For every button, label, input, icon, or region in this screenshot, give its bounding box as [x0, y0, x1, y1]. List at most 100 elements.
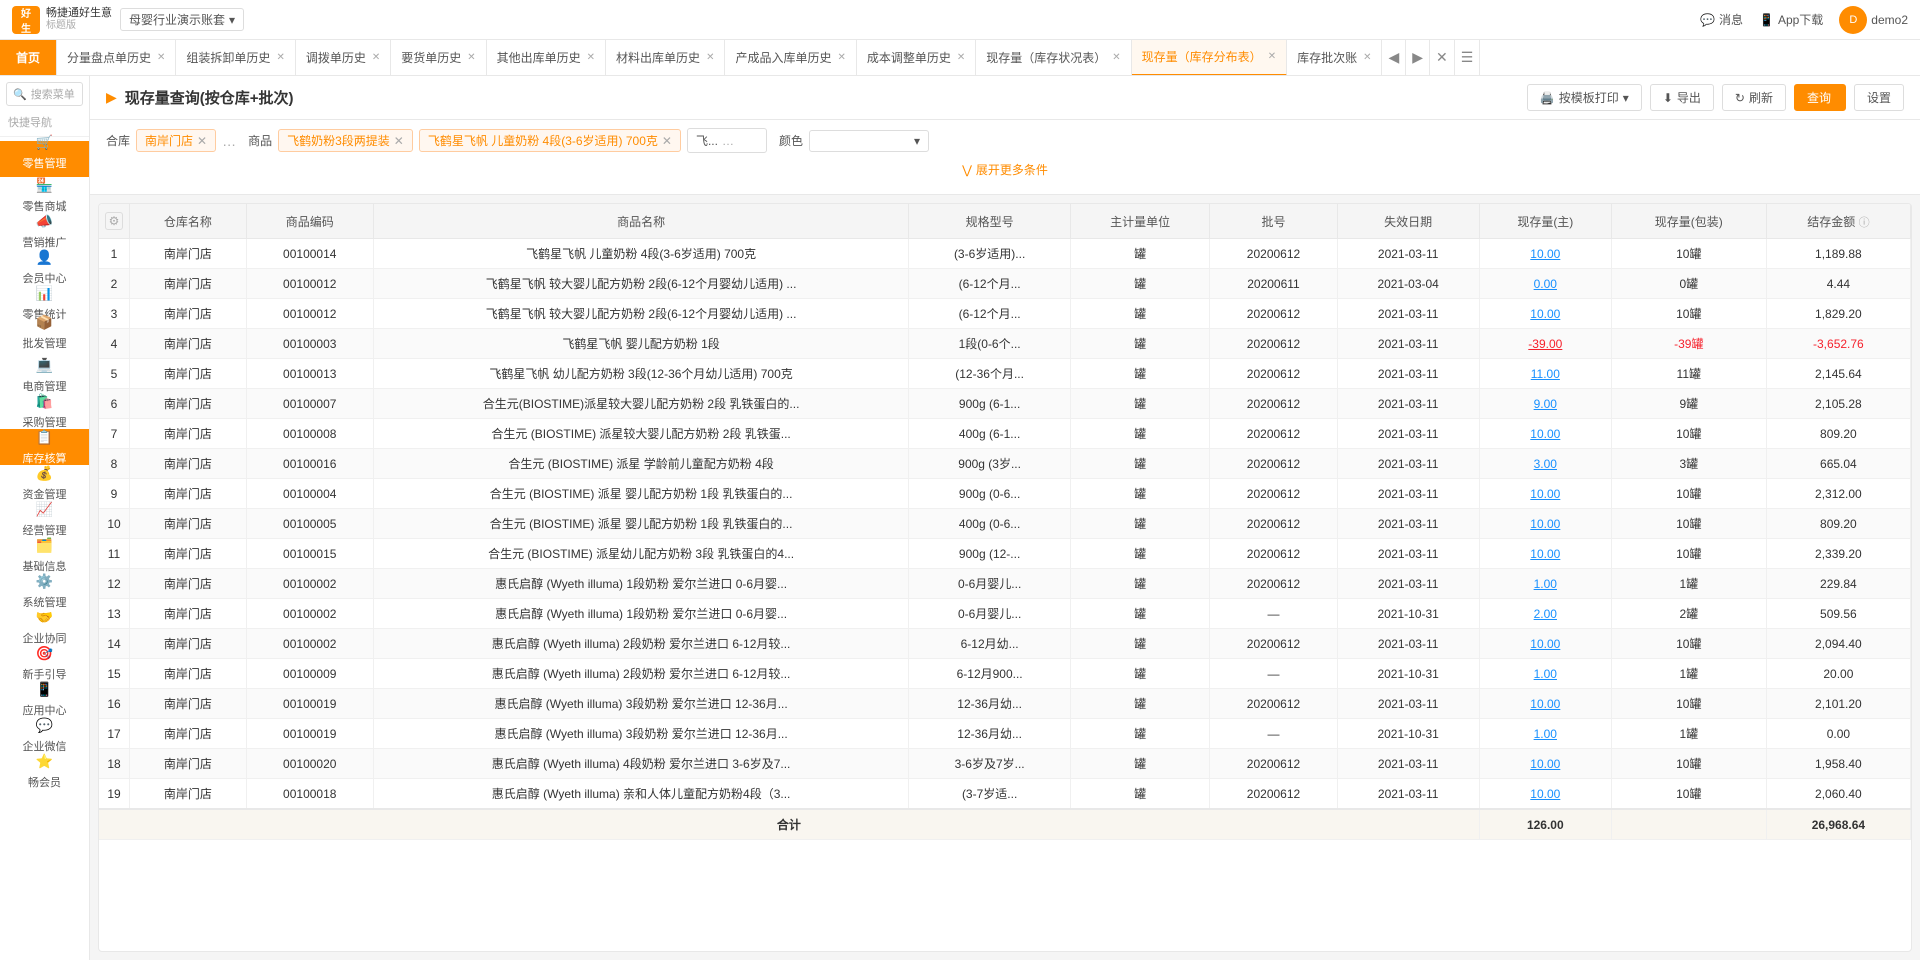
top-bar: 好生 畅捷通好生意 标题版 母婴行业演示账套 ▾ 💬 消息 📱 App下载 D …: [0, 0, 1920, 40]
cell-code: 00100004: [246, 479, 373, 509]
tab-pi-ci[interactable]: 库存批次账 ✕: [1287, 40, 1382, 76]
close-icon[interactable]: ✕: [587, 52, 595, 63]
logo-text: 畅捷通好生意 标题版: [46, 7, 112, 32]
cell-batch: 20200612: [1210, 329, 1337, 359]
expand-sidebar-btn[interactable]: ▶: [106, 89, 117, 106]
tab-close-btn[interactable]: ✕: [1430, 40, 1455, 76]
cell-name: 合生元(BIOSTIME)派星较大婴儿配方奶粉 2段 乳铁蛋白的...: [373, 389, 909, 419]
amount-info-icon[interactable]: ⓘ: [1859, 217, 1870, 229]
export-btn[interactable]: ⬇ 导出: [1650, 84, 1714, 111]
tab-cheng-ben[interactable]: 成本调整单历史 ✕: [857, 40, 976, 76]
close-icon[interactable]: ✕: [1268, 51, 1276, 62]
enterprise-icon: 🤝: [36, 609, 53, 626]
sidebar-item-system[interactable]: ⚙️ 系统管理: [0, 573, 89, 609]
newbie-icon: 🎯: [36, 645, 53, 662]
close-icon[interactable]: ✕: [467, 52, 475, 63]
close-icon[interactable]: ✕: [1363, 52, 1371, 63]
sidebar-item-retail-shop[interactable]: 🏪 零售商城: [0, 177, 89, 213]
more-btn[interactable]: …: [222, 133, 236, 149]
cell-warehouse: 南岸门店: [130, 719, 247, 749]
color-input[interactable]: ▾: [809, 130, 929, 152]
table-row: 18 南岸门店 00100020 惠氏启醇 (Wyeth illuma) 4段奶…: [99, 749, 1911, 779]
tab-more-btn[interactable]: ☰: [1455, 40, 1481, 76]
query-btn[interactable]: 查询: [1794, 84, 1846, 111]
close-icon[interactable]: ✕: [837, 52, 845, 63]
sidebar-item-operations[interactable]: 📈 经营管理: [0, 501, 89, 537]
close-icon[interactable]: ✕: [1112, 52, 1120, 63]
table-row: 4 南岸门店 00100003 飞鹤星飞帆 婴儿配方奶粉 1段 1段(0-6个.…: [99, 329, 1911, 359]
remove-product-tag2[interactable]: ✕: [662, 134, 672, 148]
close-icon[interactable]: ✕: [276, 52, 284, 63]
expand-more-btn[interactable]: ⋁ 展开更多条件: [962, 161, 1048, 178]
sidebar-item-wholesale[interactable]: 📦 批发管理 ▼: [0, 321, 89, 357]
tab-xian-cun-fen-bu[interactable]: 现存量（库存分布表） ✕: [1132, 40, 1287, 76]
table-row: 11 南岸门店 00100015 合生元 (BIOSTIME) 派星幼儿配方奶粉…: [99, 539, 1911, 569]
sidebar-item-retail[interactable]: 🛒 零售管理 ▼: [0, 141, 89, 177]
product-more-input[interactable]: 飞... …: [687, 128, 767, 153]
refresh-btn[interactable]: ↻ 刷新: [1722, 84, 1786, 111]
cell-batch: —: [1210, 659, 1337, 689]
tab-fen-pan[interactable]: 分量盘点单历史 ✕: [57, 40, 176, 76]
product-tag2[interactable]: 飞鹤星飞帆 儿童奶粉 4段(3-6岁适用) 700克 ✕: [419, 129, 681, 152]
warehouse-tag[interactable]: 南岸门店 ✕: [136, 129, 216, 152]
settings-btn[interactable]: 设置: [1854, 84, 1904, 111]
basic-icon: 🗂️: [36, 537, 53, 554]
sidebar-item-purchase[interactable]: 🛍️ 采购管理: [0, 393, 89, 429]
cell-batch: 20200612: [1210, 569, 1337, 599]
sidebar-item-member2[interactable]: ⭐ 畅会员: [0, 753, 89, 789]
sidebar-item-ecom[interactable]: 💻 电商管理: [0, 357, 89, 393]
close-icon[interactable]: ✕: [706, 52, 714, 63]
close-icon[interactable]: ✕: [957, 52, 965, 63]
tab-yao-huo[interactable]: 要货单历史 ✕: [391, 40, 486, 76]
tab-home[interactable]: 首页: [0, 40, 57, 76]
page-title: 现存量查询(按仓库+批次): [125, 87, 294, 108]
cell-batch: —: [1210, 719, 1337, 749]
th-expire: 失效日期: [1337, 204, 1479, 239]
tab-cai-liao[interactable]: 材料出库单历史 ✕: [606, 40, 725, 76]
user-area[interactable]: D demo2: [1839, 6, 1908, 34]
cell-warehouse: 南岸门店: [130, 389, 247, 419]
cell-qty-pkg: 11罐: [1611, 359, 1766, 389]
account-selector[interactable]: 母婴行业演示账套 ▾: [120, 8, 244, 31]
tab-next-btn[interactable]: ▶: [1406, 40, 1430, 76]
tab-qi-ta-chu[interactable]: 其他出库单历史 ✕: [487, 40, 606, 76]
cell-code: 00100002: [246, 629, 373, 659]
cell-spec: 0-6月婴儿...: [909, 569, 1070, 599]
cell-qty-pkg: 2罐: [1611, 599, 1766, 629]
product-tag1[interactable]: 飞鹤奶粉3段两提装 ✕: [278, 129, 413, 152]
page-header: ▶ 现存量查询(按仓库+批次) 🖨️ 按模板打印 ▾ ⬇ 导出 ↻ 刷新: [90, 76, 1920, 120]
table-footer-row: 合计 126.00 26,968.64: [99, 809, 1911, 840]
remove-warehouse-tag[interactable]: ✕: [197, 134, 207, 148]
sidebar-item-marketing[interactable]: 📣 营销推广: [0, 213, 89, 249]
close-icon[interactable]: ✕: [372, 52, 380, 63]
tab-diao-bo[interactable]: 调拨单历史 ✕: [296, 40, 391, 76]
table-row: 13 南岸门店 00100002 惠氏启醇 (Wyeth illuma) 1段奶…: [99, 599, 1911, 629]
cell-expire: 2021-03-11: [1337, 389, 1479, 419]
sidebar-item-member[interactable]: 👤 会员中心: [0, 249, 89, 285]
close-icon[interactable]: ✕: [157, 52, 165, 63]
sidebar-item-finance[interactable]: 💰 资金管理: [0, 465, 89, 501]
sidebar-item-basic[interactable]: 🗂️ 基础信息: [0, 537, 89, 573]
cell-batch: 20200612: [1210, 449, 1337, 479]
tab-prev-btn[interactable]: ◀: [1382, 40, 1406, 76]
sidebar-item-newbie[interactable]: 🎯 新手引导: [0, 645, 89, 681]
sidebar-item-wechat[interactable]: 💬 企业微信: [0, 717, 89, 753]
expand-btn-row: ⋁ 展开更多条件: [106, 153, 1904, 186]
column-settings-btn[interactable]: ⚙: [105, 212, 123, 230]
message-btn[interactable]: 💬 消息: [1700, 11, 1743, 28]
cell-name: 合生元 (BIOSTIME) 派星较大婴儿配方奶粉 2段 乳铁蛋...: [373, 419, 909, 449]
remove-product-tag1[interactable]: ✕: [394, 134, 404, 148]
search-input-box[interactable]: 🔍 搜索菜单: [6, 82, 83, 106]
app-download-btn[interactable]: 📱 App下载: [1759, 11, 1823, 28]
tab-ku-zhuang[interactable]: 现存量（库存状况表） ✕: [976, 40, 1131, 76]
cell-unit: 罐: [1070, 719, 1210, 749]
sidebar-item-enterprise[interactable]: 🤝 企业协同: [0, 609, 89, 645]
tab-chan-pin-ru[interactable]: 产成品入库单历史 ✕: [725, 40, 856, 76]
cell-spec: (6-12个月...: [909, 269, 1070, 299]
tab-zu-chai[interactable]: 组装拆卸单历史 ✕: [176, 40, 295, 76]
sidebar-item-app-center[interactable]: 📱 应用中心: [0, 681, 89, 717]
table-row: 15 南岸门店 00100009 惠氏启醇 (Wyeth illuma) 2段奶…: [99, 659, 1911, 689]
print-btn[interactable]: 🖨️ 按模板打印 ▾: [1527, 84, 1642, 111]
sidebar-item-inventory[interactable]: 📋 库存核算: [0, 429, 89, 465]
cell-expire: 2021-03-11: [1337, 479, 1479, 509]
